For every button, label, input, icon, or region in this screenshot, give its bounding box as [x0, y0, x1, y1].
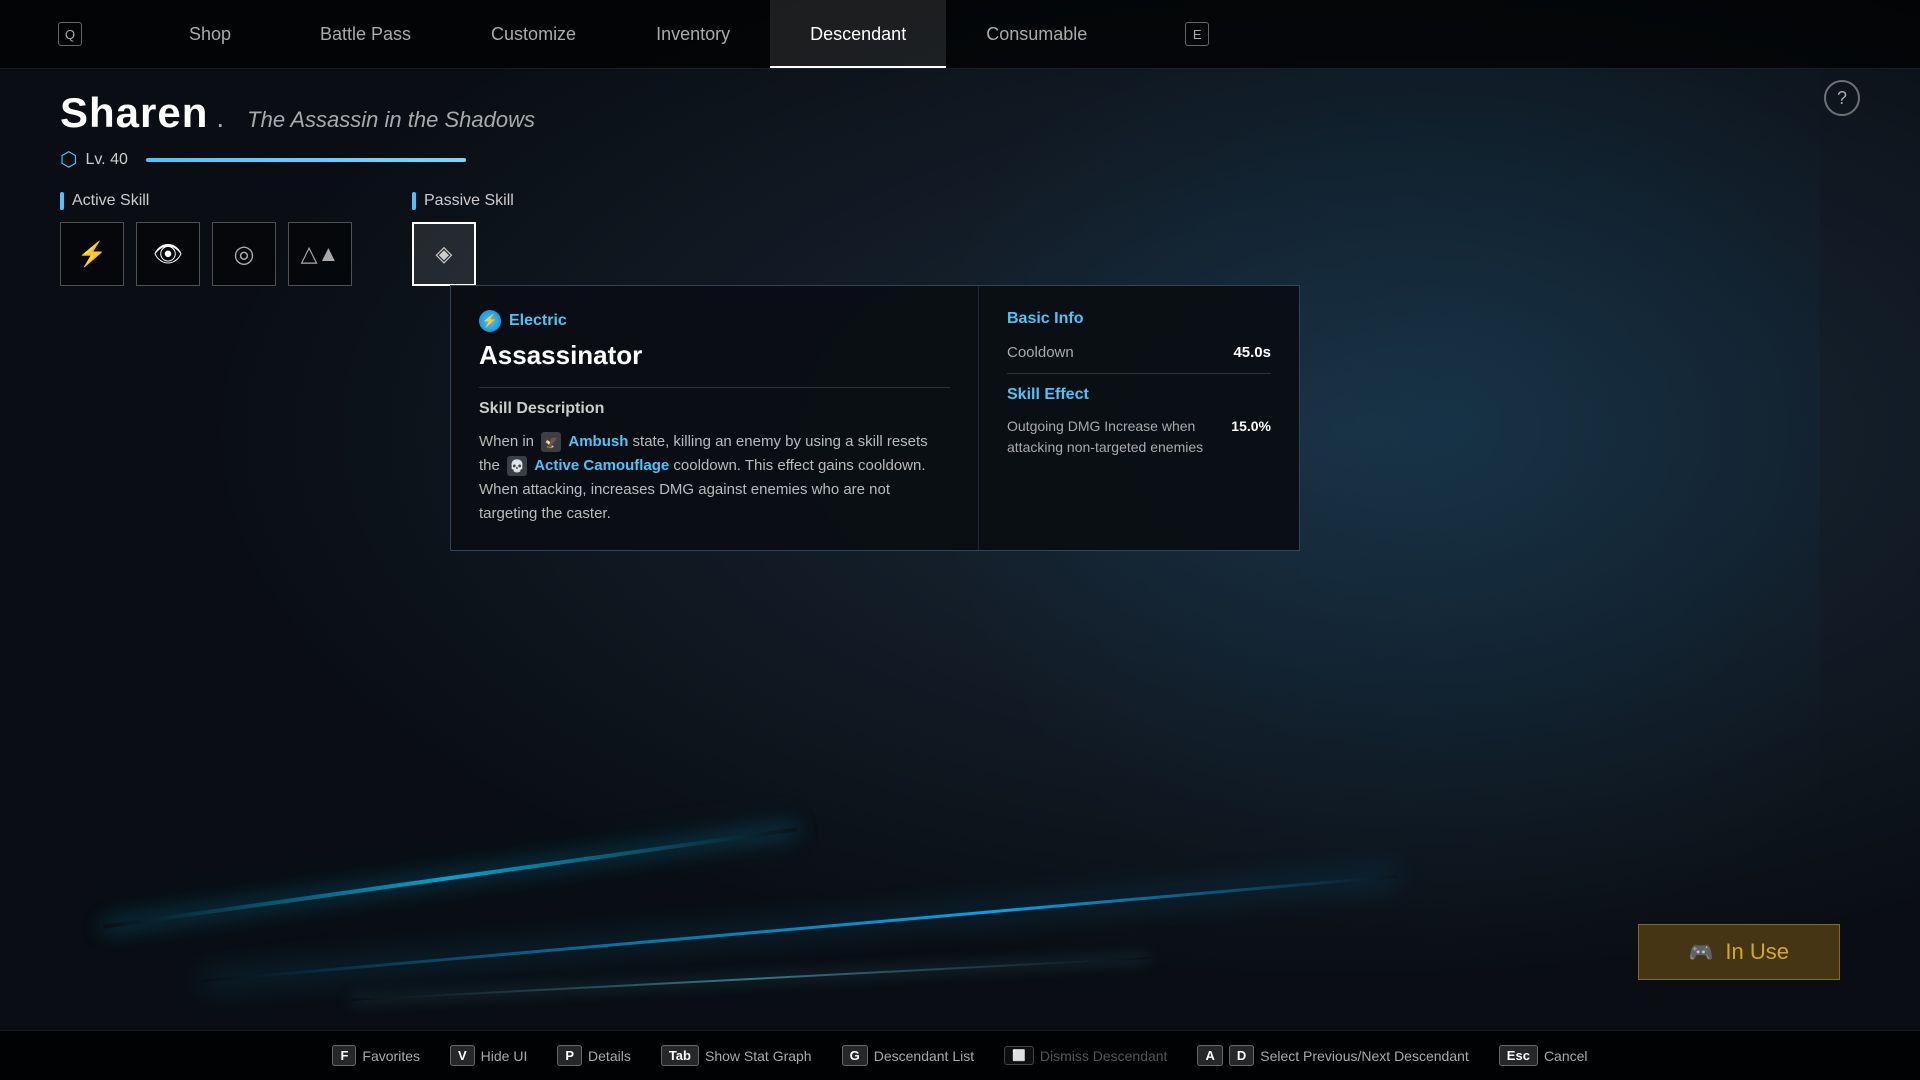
- element-icon: ⚡: [479, 310, 501, 332]
- favorites-key: F: [332, 1045, 356, 1066]
- favorites-label: Favorites: [362, 1048, 420, 1064]
- bottom-hide-ui[interactable]: V Hide UI: [450, 1045, 527, 1066]
- bottom-prev-next[interactable]: A D Select Previous/Next Descendant: [1197, 1045, 1468, 1066]
- character-name: Sharen: [60, 89, 208, 137]
- bottom-favorites[interactable]: F Favorites: [332, 1045, 420, 1066]
- active-skill-label: Active Skill: [60, 192, 352, 210]
- help-button[interactable]: ?: [1824, 80, 1860, 116]
- prev-next-key-2: D: [1229, 1045, 1254, 1066]
- stat-graph-label: Show Stat Graph: [705, 1048, 812, 1064]
- level-progress-bar: [146, 158, 466, 162]
- cancel-label: Cancel: [1544, 1048, 1588, 1064]
- level-label: Lv. 40: [85, 151, 127, 169]
- tooltip-right: Basic Info Cooldown 45.0s Skill Effect O…: [979, 286, 1299, 550]
- element-name: Electric: [509, 312, 567, 330]
- stat-graph-key: Tab: [661, 1045, 699, 1066]
- in-use-icon: 🎮: [1689, 940, 1714, 965]
- active-skill-2[interactable]: 👁: [136, 222, 200, 286]
- passive-skill-group: Passive Skill ◈: [412, 192, 514, 286]
- nav-key-right: E: [1127, 0, 1267, 68]
- tooltip-skill-name: Assassinator: [479, 340, 950, 371]
- passive-skill-1[interactable]: ◈: [412, 222, 476, 286]
- bottom-dismiss: ⬜ Dismiss Descendant: [1004, 1046, 1167, 1065]
- q-key: Q: [58, 22, 82, 46]
- top-navigation: Q Shop Battle Pass Customize Inventory D…: [0, 0, 1920, 69]
- tooltip-left: ⚡ Electric Assassinator Skill Descriptio…: [451, 286, 979, 550]
- details-label: Details: [588, 1048, 631, 1064]
- cooldown-row: Cooldown 45.0s: [1007, 344, 1271, 361]
- skill-tooltip-panel: ⚡ Electric Assassinator Skill Descriptio…: [450, 285, 1300, 551]
- nav-descendant[interactable]: Descendant: [770, 0, 946, 68]
- active-skill-icons: ⚡ 👁 ◎ △▲: [60, 222, 352, 286]
- tooltip-divider-2: [1007, 373, 1271, 374]
- prev-next-label: Select Previous/Next Descendant: [1260, 1048, 1469, 1064]
- tooltip-desc-title: Skill Description: [479, 400, 950, 418]
- descendant-list-label: Descendant List: [874, 1048, 974, 1064]
- dismiss-key: ⬜: [1004, 1046, 1034, 1065]
- active-skill-group: Active Skill ⚡ 👁 ◎ △▲: [60, 192, 352, 286]
- bottom-descendant-list[interactable]: G Descendant List: [842, 1045, 975, 1066]
- bottom-details[interactable]: P Details: [557, 1045, 630, 1066]
- active-skill-1[interactable]: ⚡: [60, 222, 124, 286]
- camouflage-highlight: Active Camouflage: [534, 457, 669, 474]
- character-level: ⬡ Lv. 40: [60, 147, 1860, 172]
- level-icon: ⬡: [60, 147, 77, 172]
- nav-shop[interactable]: Shop: [140, 0, 280, 68]
- character-header: Sharen . The Assassin in the Shadows ⬡ L…: [0, 69, 1920, 182]
- skill-effect-title: Skill Effect: [1007, 386, 1271, 404]
- nav-customize[interactable]: Customize: [451, 0, 616, 68]
- ambush-highlight: Ambush: [568, 433, 628, 450]
- passive-skill-label: Passive Skill: [412, 192, 514, 210]
- effect-value: 15.0%: [1231, 416, 1271, 458]
- bottom-cancel[interactable]: Esc Cancel: [1499, 1045, 1588, 1066]
- active-skill-4[interactable]: △▲: [288, 222, 352, 286]
- nav-key-left: Q: [0, 0, 140, 68]
- active-skill-3[interactable]: ◎: [212, 222, 276, 286]
- skills-section: Active Skill ⚡ 👁 ◎ △▲ Passive Skill ◈: [0, 182, 1920, 296]
- bottom-stat-graph[interactable]: Tab Show Stat Graph: [661, 1045, 812, 1066]
- cancel-key: Esc: [1499, 1045, 1538, 1066]
- nav-consumable[interactable]: Consumable: [946, 0, 1127, 68]
- dismiss-label: Dismiss Descendant: [1040, 1048, 1168, 1064]
- cooldown-value: 45.0s: [1233, 344, 1271, 361]
- bottom-bar: F Favorites V Hide UI P Details Tab Show…: [0, 1030, 1920, 1080]
- nav-battle-pass[interactable]: Battle Pass: [280, 0, 451, 68]
- e-key: E: [1185, 22, 1209, 46]
- passive-skill-icons: ◈: [412, 222, 514, 286]
- hide-ui-key: V: [450, 1045, 475, 1066]
- prev-next-key: A: [1197, 1045, 1222, 1066]
- nav-inventory[interactable]: Inventory: [616, 0, 770, 68]
- level-progress-fill: [146, 158, 466, 162]
- desc-before-ambush: When in: [479, 433, 534, 450]
- in-use-button[interactable]: 🎮 In Use: [1638, 924, 1841, 980]
- basic-info-title: Basic Info: [1007, 310, 1271, 328]
- effect-desc: Outgoing DMG Increase when attacking non…: [1007, 416, 1211, 458]
- effect-row: Outgoing DMG Increase when attacking non…: [1007, 416, 1271, 458]
- tooltip-divider-1: [479, 387, 950, 388]
- cooldown-label: Cooldown: [1007, 344, 1074, 361]
- hide-ui-label: Hide UI: [481, 1048, 528, 1064]
- in-use-label: In Use: [1725, 939, 1789, 965]
- descendant-list-key: G: [842, 1045, 868, 1066]
- character-title: The Assassin in the Shadows: [247, 107, 535, 133]
- tooltip-desc-text: When in 🦅 Ambush state, killing an enemy…: [479, 430, 950, 526]
- details-key: P: [557, 1045, 582, 1066]
- camouflage-icon: 💀: [507, 456, 527, 476]
- element-row: ⚡ Electric: [479, 310, 950, 332]
- ambush-icon: 🦅: [541, 432, 561, 452]
